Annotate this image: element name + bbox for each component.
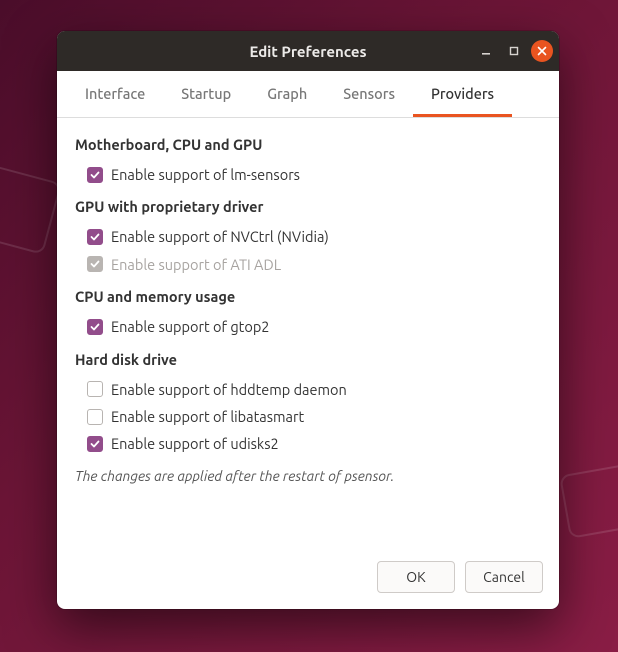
checkbox-lm-sensors[interactable] [87,167,103,183]
window-titlebar: Edit Preferences [57,31,559,71]
minimize-icon [480,45,492,57]
window-controls [475,31,553,71]
minimize-button[interactable] [475,40,497,62]
row-libatasmart: Enable support of libatasmart [75,403,541,430]
maximize-button[interactable] [503,40,525,62]
close-button[interactable] [531,40,553,62]
ok-button[interactable]: OK [377,561,455,593]
label-nvctrl: Enable support of NVCtrl (NVidia) [111,228,329,245]
tab-interface[interactable]: Interface [67,71,163,117]
row-udisks2: Enable support of udisks2 [75,430,541,457]
row-ati-adl: Enable support of ATI ADL [75,251,541,278]
section-heading-hdd: Hard disk drive [75,351,541,368]
section-heading-mobo: Motherboard, CPU and GPU [75,136,541,153]
preferences-window: Edit Preferences Interface Startup Graph… [57,31,559,609]
close-icon [537,46,547,56]
label-lm-sensors: Enable support of lm-sensors [111,166,300,183]
label-gtop2: Enable support of gtop2 [111,318,269,335]
row-nvctrl: Enable support of NVCtrl (NVidia) [75,223,541,250]
label-udisks2: Enable support of udisks2 [111,435,279,452]
check-icon [90,259,100,269]
section-heading-gpu-proprietary: GPU with proprietary driver [75,198,541,215]
row-hddtemp: Enable support of hddtemp daemon [75,376,541,403]
check-icon [90,439,100,449]
label-ati-adl: Enable support of ATI ADL [111,256,281,273]
tab-graph[interactable]: Graph [249,71,325,117]
dialog-button-row: OK Cancel [57,549,559,609]
checkbox-nvctrl[interactable] [87,229,103,245]
tab-bar: Interface Startup Graph Sensors Provider… [57,71,559,118]
checkbox-libatasmart[interactable] [87,409,103,425]
tab-startup[interactable]: Startup [163,71,249,117]
cancel-button[interactable]: Cancel [465,561,543,593]
check-icon [90,322,100,332]
row-gtop2: Enable support of gtop2 [75,313,541,340]
tab-providers[interactable]: Providers [413,71,512,117]
row-lm-sensors: Enable support of lm-sensors [75,161,541,188]
section-heading-cpu-mem: CPU and memory usage [75,288,541,305]
checkbox-udisks2[interactable] [87,436,103,452]
check-icon [90,232,100,242]
label-libatasmart: Enable support of libatasmart [111,408,304,425]
maximize-icon [508,45,520,57]
label-hddtemp: Enable support of hddtemp daemon [111,381,347,398]
tab-sensors[interactable]: Sensors [325,71,413,117]
checkbox-gtop2[interactable] [87,319,103,335]
restart-note: The changes are applied after the restar… [75,468,541,484]
window-title: Edit Preferences [249,43,366,60]
checkbox-hddtemp[interactable] [87,381,103,397]
check-icon [90,170,100,180]
checkbox-ati-adl [87,256,103,272]
tab-content-providers: Motherboard, CPU and GPU Enable support … [57,118,559,549]
